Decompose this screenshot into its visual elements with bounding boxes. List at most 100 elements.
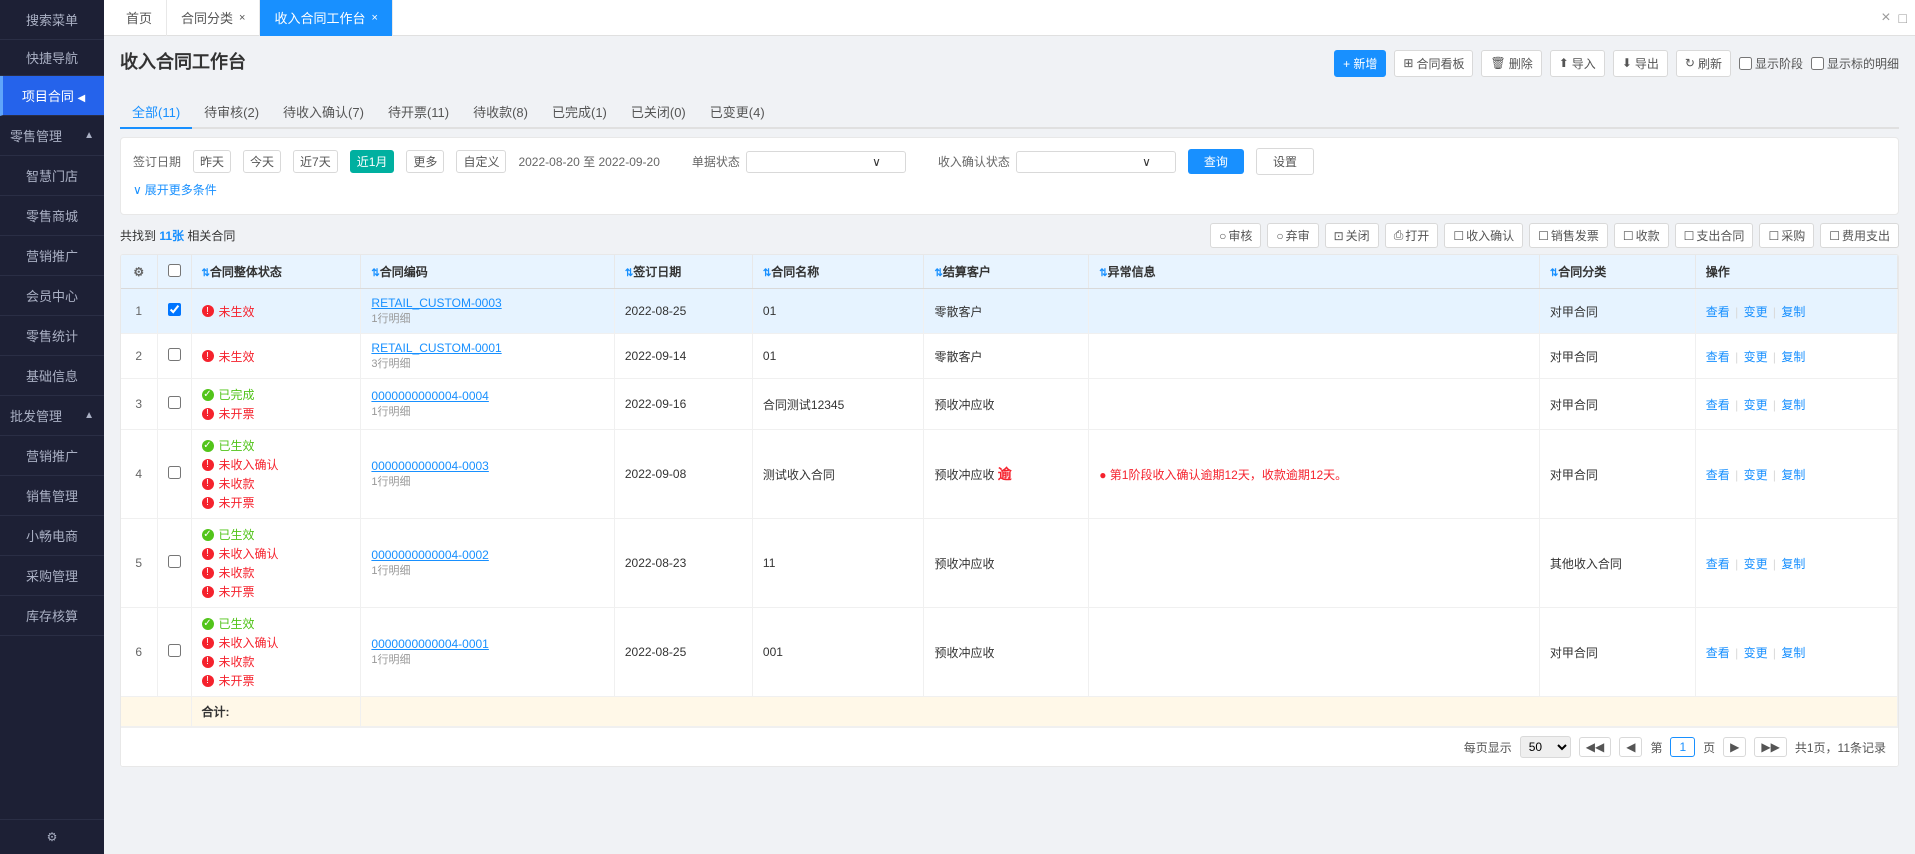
copy-btn[interactable]: 复制 <box>1781 557 1805 571</box>
sidebar-item-member[interactable]: 会员中心 <box>0 276 104 316</box>
delete-button[interactable]: 🗑 删除 <box>1481 50 1541 77</box>
sidebar-item-marketing2[interactable]: 营销推广 <box>0 436 104 476</box>
date-btn-yesterday[interactable]: 昨天 <box>193 150 231 173</box>
sidebar-nav[interactable]: 快捷导航 <box>0 40 104 76</box>
kanban-button[interactable]: ⊞ 合同看板 <box>1394 50 1473 77</box>
view-btn[interactable]: 查看 <box>1706 646 1730 660</box>
row-checkbox[interactable] <box>157 608 191 697</box>
status-tab-pending-confirm[interactable]: 待收入确认(7) <box>271 96 376 127</box>
sidebar-item-stats[interactable]: 零售统计 <box>0 316 104 356</box>
status-tab-all[interactable]: 全部(11) <box>120 96 192 129</box>
refresh-button[interactable]: ↻ 刷新 <box>1676 50 1731 77</box>
contract-code-link[interactable]: 0000000000004-0004 <box>371 389 488 403</box>
view-btn[interactable]: 查看 <box>1706 398 1730 412</box>
date-btn-custom[interactable]: 自定义 <box>456 150 506 173</box>
prev-page-btn[interactable]: ◀ <box>1619 737 1642 757</box>
setting-button[interactable]: 设置 <box>1256 148 1314 175</box>
close-btn[interactable]: ⊡ 关闭 <box>1325 223 1379 248</box>
row-checkbox[interactable] <box>157 289 191 334</box>
sidebar-item-inventory[interactable]: 库存核算 <box>0 596 104 636</box>
tab-contract-type-close[interactable]: × <box>239 12 245 24</box>
row-checkbox[interactable] <box>157 334 191 379</box>
date-btn-1month[interactable]: 近1月 <box>350 150 395 173</box>
window-close-icon[interactable]: × <box>1881 9 1890 27</box>
sidebar-item-xiaochu[interactable]: 小畅电商 <box>0 516 104 556</box>
show-details-checkbox[interactable]: 显示标的明细 <box>1811 55 1899 72</box>
date-btn-7days[interactable]: 近7天 <box>293 150 338 173</box>
import-button[interactable]: ⬆ 导入 <box>1550 50 1605 77</box>
row-checkbox[interactable] <box>157 430 191 519</box>
date-btn-today[interactable]: 今天 <box>243 150 281 173</box>
view-btn[interactable]: 查看 <box>1706 557 1730 571</box>
status-tab-closed[interactable]: 已关闭(0) <box>619 96 698 127</box>
search-button[interactable]: 查询 <box>1188 149 1244 174</box>
view-btn[interactable]: 查看 <box>1706 468 1730 482</box>
contract-code-link[interactable]: RETAIL_CUSTOM-0001 <box>371 341 501 355</box>
last-page-btn[interactable]: ▶▶ <box>1754 737 1786 757</box>
sidebar-search[interactable]: 搜索菜单 <box>0 0 104 40</box>
expense-btn[interactable]: ☐ 费用支出 <box>1820 223 1899 248</box>
add-button[interactable]: + 新增 <box>1334 50 1386 77</box>
change-btn[interactable]: 变更 <box>1744 468 1768 482</box>
purchase-btn[interactable]: ☐ 采购 <box>1759 223 1814 248</box>
expand-filter-btn[interactable]: ∨ 展开更多条件 <box>133 181 217 198</box>
change-btn[interactable]: 变更 <box>1744 350 1768 364</box>
change-btn[interactable]: 变更 <box>1744 646 1768 660</box>
sidebar-item-marketing[interactable]: 营销推广 <box>0 236 104 276</box>
sidebar-item-wholesale[interactable]: 批发管理 ▲ <box>0 396 104 436</box>
status-tab-completed[interactable]: 已完成(1) <box>540 96 619 127</box>
review-btn[interactable]: ○ 审核 <box>1210 223 1261 248</box>
copy-btn[interactable]: 复制 <box>1781 398 1805 412</box>
settings-icon[interactable]: ⚙ <box>133 265 144 279</box>
contract-code-link[interactable]: 0000000000004-0001 <box>371 637 488 651</box>
tab-contract-type[interactable]: 合同分类 × <box>167 0 260 36</box>
out-contract-btn[interactable]: ☐ 支出合同 <box>1675 223 1754 248</box>
change-btn[interactable]: 变更 <box>1744 398 1768 412</box>
change-btn[interactable]: 变更 <box>1744 557 1768 571</box>
sidebar-item-sales[interactable]: 销售管理 <box>0 476 104 516</box>
copy-btn[interactable]: 复制 <box>1781 305 1805 319</box>
export-button[interactable]: ⬇ 导出 <box>1613 50 1668 77</box>
next-page-btn[interactable]: ▶ <box>1723 737 1746 757</box>
select-all-checkbox[interactable] <box>168 264 181 277</box>
view-btn[interactable]: 查看 <box>1706 350 1730 364</box>
sidebar-item-retail[interactable]: 零售管理 ▲ <box>0 116 104 156</box>
sidebar-item-project[interactable]: 项目合同 ◀ <box>0 76 104 116</box>
row-date: 2022-08-25 <box>614 608 752 697</box>
view-btn[interactable]: 查看 <box>1706 305 1730 319</box>
sidebar-settings[interactable]: ⚙ <box>0 819 104 854</box>
contract-code-link[interactable]: 0000000000004-0002 <box>371 548 488 562</box>
sidebar-item-ecommerce[interactable]: 零售商城 <box>0 196 104 236</box>
sidebar-item-purchase[interactable]: 采购管理 <box>0 556 104 596</box>
tab-income-workbench[interactable]: 收入合同工作台 × <box>260 0 392 36</box>
contract-code-link[interactable]: RETAIL_CUSTOM-0003 <box>371 296 501 310</box>
tab-income-workbench-close[interactable]: × <box>371 12 377 24</box>
change-btn[interactable]: 变更 <box>1744 305 1768 319</box>
show-stages-checkbox[interactable]: 显示阶段 <box>1739 55 1803 72</box>
confirm-status-select[interactable]: ∨ <box>1016 151 1176 173</box>
status-tab-pending-review[interactable]: 待审核(2) <box>192 96 271 127</box>
sales-invoice-btn[interactable]: ☐ 销售发票 <box>1529 223 1608 248</box>
contract-code-link[interactable]: 0000000000004-0003 <box>371 459 488 473</box>
sidebar-item-smart[interactable]: 智慧门店 <box>0 156 104 196</box>
status-tab-changed[interactable]: 已变更(4) <box>698 96 777 127</box>
tab-home[interactable]: 首页 <box>112 0 167 36</box>
status-tab-pending-invoice[interactable]: 待开票(11) <box>376 96 461 127</box>
row-checkbox[interactable] <box>157 379 191 430</box>
doc-status-select[interactable]: ∨ <box>746 151 906 173</box>
row-checkbox[interactable] <box>157 519 191 608</box>
collection-btn[interactable]: ☐ 收款 <box>1614 223 1669 248</box>
abandon-btn[interactable]: ○ 弃审 <box>1267 223 1318 248</box>
sidebar-item-basic[interactable]: 基础信息 <box>0 356 104 396</box>
copy-btn[interactable]: 复制 <box>1781 350 1805 364</box>
status-tab-pending-payment[interactable]: 待收款(8) <box>461 96 540 127</box>
window-maximize-icon[interactable]: □ <box>1899 10 1907 26</box>
per-page-select[interactable]: 50 100 200 <box>1520 736 1571 758</box>
row-code: RETAIL_CUSTOM-0001 3行明细 <box>361 334 614 379</box>
first-page-btn[interactable]: ◀◀ <box>1579 737 1611 757</box>
copy-btn[interactable]: 复制 <box>1781 646 1805 660</box>
print-btn[interactable]: ⎙ 打开 <box>1385 223 1439 248</box>
date-btn-more[interactable]: 更多 <box>406 150 444 173</box>
income-confirm-btn[interactable]: ☐ 收入确认 <box>1444 223 1523 248</box>
copy-btn[interactable]: 复制 <box>1781 468 1805 482</box>
